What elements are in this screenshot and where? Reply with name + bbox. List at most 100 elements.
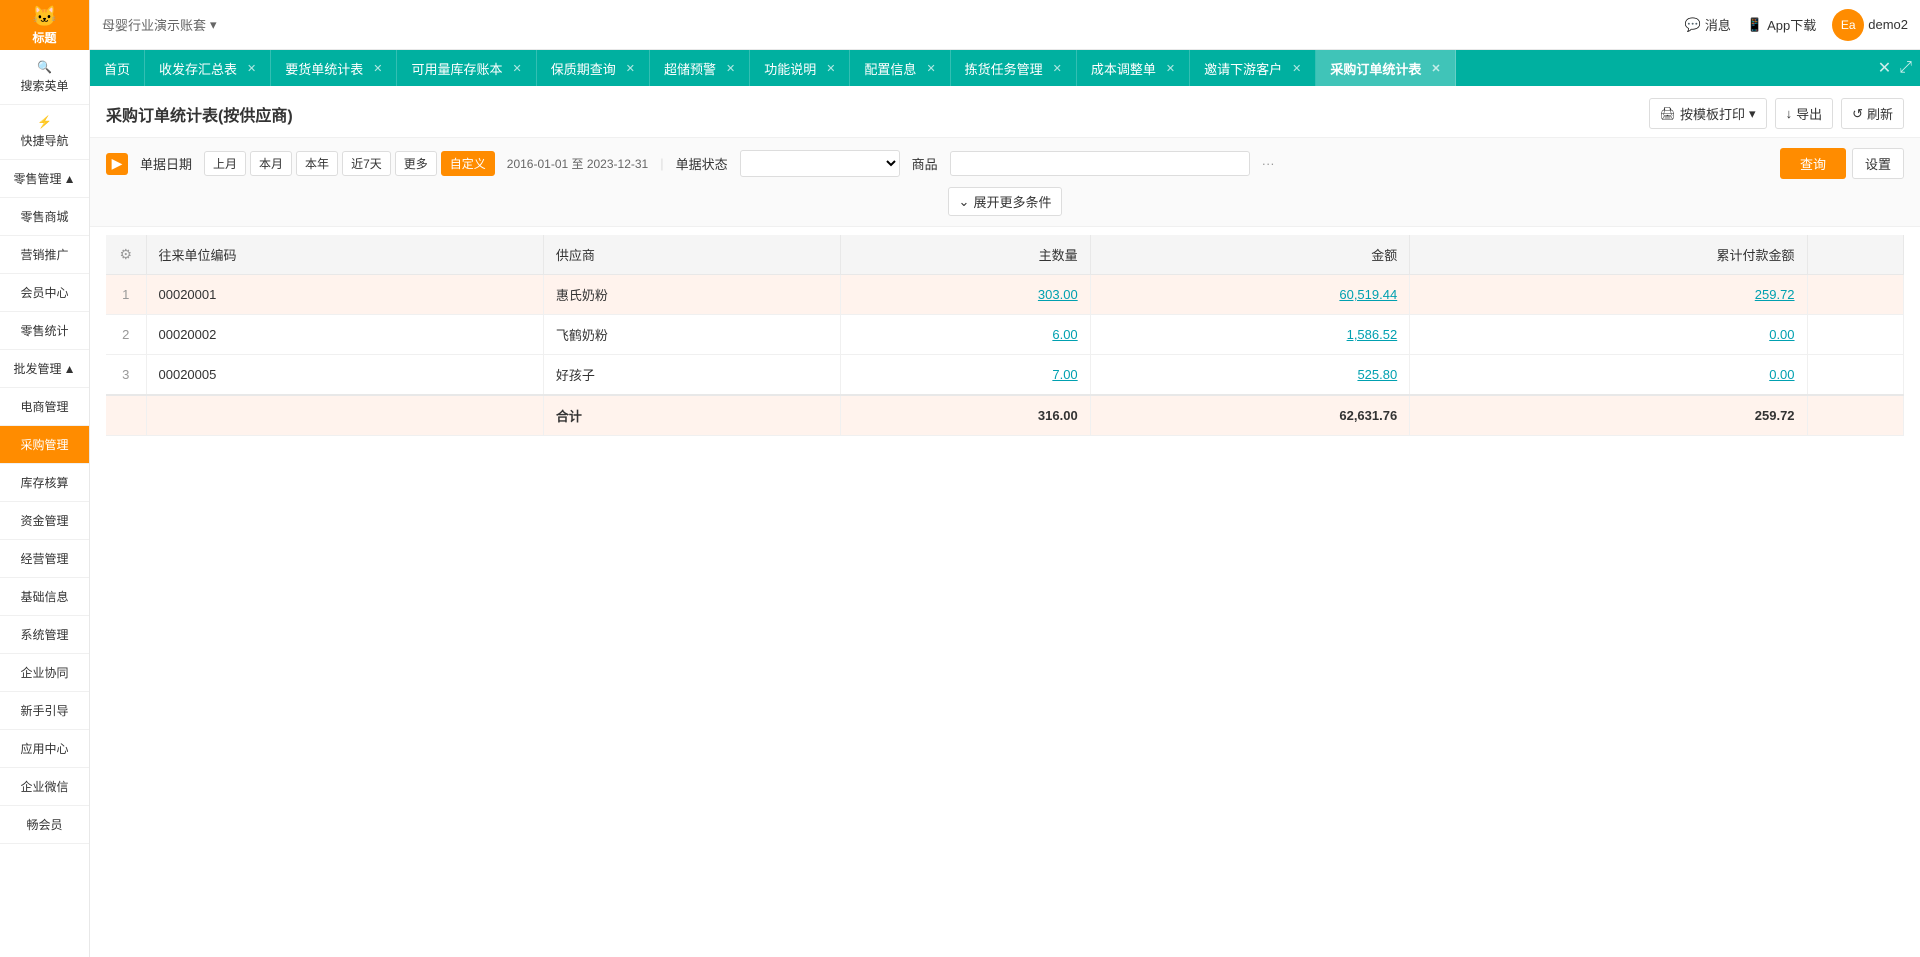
sidebar-item-label: 企业微信: [20, 778, 68, 795]
row-supplier: 惠氏奶粉: [543, 275, 840, 315]
goods-input[interactable]: [950, 151, 1250, 176]
tab-cost-adjust[interactable]: 成本调整单 ✕: [1077, 50, 1190, 86]
sidebar-item-retail-mall[interactable]: 零售商城: [0, 198, 89, 236]
avatar: Ea: [1832, 9, 1864, 41]
row-quantity: 6.00: [840, 315, 1090, 355]
tab-pick-task[interactable]: 拣货任务管理 ✕: [951, 50, 1077, 86]
col-amount: 金额: [1090, 235, 1410, 275]
tab-close-icon[interactable]: ✕: [926, 62, 935, 75]
last-7-days-btn[interactable]: 近7天: [342, 151, 391, 176]
sidebar-item-finance[interactable]: 资金管理: [0, 502, 89, 540]
tab-purchase-order-stats[interactable]: 采购订单统计表 ✕: [1316, 50, 1455, 86]
tab-close-icon[interactable]: ✕: [1431, 62, 1440, 75]
close-window-icon[interactable]: ✕: [1878, 58, 1891, 78]
status-select[interactable]: [740, 150, 900, 177]
settings-button[interactable]: 设置: [1852, 148, 1904, 179]
column-settings-icon[interactable]: ⚙: [119, 246, 132, 262]
tab-overstock[interactable]: 超储预警 ✕: [650, 50, 750, 86]
sidebar-item-member[interactable]: 会员中心: [0, 274, 89, 312]
sidebar-item-new-guide[interactable]: 新手引导: [0, 692, 89, 730]
row-code: 00020002: [146, 315, 543, 355]
tab-label: 可用量库存账本: [411, 59, 502, 78]
tab-close-icon[interactable]: ✕: [726, 62, 735, 75]
tab-label: 保质期查询: [551, 59, 616, 78]
row-num: 3: [106, 355, 146, 396]
sidebar-item-quick-nav[interactable]: ⚡ 快捷导航: [0, 105, 89, 160]
sidebar-item-marketing[interactable]: 营销推广: [0, 236, 89, 274]
sidebar-item-label: 资金管理: [20, 512, 68, 529]
tab-invite-customer[interactable]: 邀请下游客户 ✕: [1190, 50, 1316, 86]
sidebar-item-retail[interactable]: 零售管理 ▲: [0, 160, 89, 198]
app-download-label: App下载: [1767, 15, 1816, 34]
tab-close-icon[interactable]: ✕: [247, 62, 256, 75]
custom-date-btn[interactable]: 自定义: [441, 151, 495, 176]
table-header: ⚙ 往来单位编码 供应商 主数量 金额 累计付款金额: [106, 235, 1904, 275]
message-btn[interactable]: 💬 消息: [1685, 15, 1731, 34]
tab-goods-stats[interactable]: 要货单统计表 ✕: [271, 50, 397, 86]
sidebar-item-system[interactable]: 系统管理: [0, 616, 89, 654]
row-paid-amount: 0.00: [1410, 315, 1807, 355]
template-print-button[interactable]: 🖨 按模板打印 ▾: [1649, 98, 1767, 129]
sidebar-item-purchase[interactable]: 采购管理: [0, 426, 89, 464]
filter-more-row: ⌄ 展开更多条件: [106, 187, 1904, 216]
status-filter-label: 单据状态: [676, 154, 728, 173]
sidebar-item-wholesale[interactable]: 批发管理 ▲: [0, 350, 89, 388]
footer-paid-amount: 259.72: [1410, 395, 1807, 436]
app-download-btn[interactable]: 📱 App下载: [1747, 15, 1816, 34]
tab-close-icon[interactable]: ✕: [1292, 62, 1301, 75]
sidebar-item-label: 应用中心: [20, 740, 68, 757]
sidebar-item-vip-member[interactable]: 畅会员: [0, 806, 89, 844]
table-row: 2 00020002 飞鹤奶粉 6.00 1,586.52 0.00: [106, 315, 1904, 355]
tab-label: 配置信息: [864, 59, 916, 78]
print-icon: 🖨: [1660, 106, 1677, 122]
tab-label: 功能说明: [764, 59, 816, 78]
sidebar-item-inventory[interactable]: 库存核算: [0, 464, 89, 502]
date-filter-label: 单据日期: [140, 154, 192, 173]
this-year-btn[interactable]: 本年: [296, 151, 338, 176]
filter-toggle-btn[interactable]: ▶: [106, 153, 128, 175]
footer-amount: 62,631.76: [1090, 395, 1410, 436]
sidebar-item-enterprise-wechat[interactable]: 企业微信: [0, 768, 89, 806]
tab-stock-summary[interactable]: 收发存汇总表 ✕: [145, 50, 271, 86]
row-quantity: 7.00: [840, 355, 1090, 396]
export-button[interactable]: ↓ 导出: [1775, 98, 1834, 129]
tab-expiry-query[interactable]: 保质期查询 ✕: [537, 50, 650, 86]
sidebar-item-label: 经营管理: [20, 550, 68, 567]
sidebar-item-search[interactable]: 🔍 搜索英单: [0, 50, 89, 105]
search-button[interactable]: 查询: [1780, 148, 1846, 179]
tab-close-icon[interactable]: ✕: [513, 62, 522, 75]
maximize-icon[interactable]: ⤢: [1899, 59, 1912, 77]
sidebar-item-ecommerce[interactable]: 电商管理: [0, 388, 89, 426]
sidebar-item-label: 会员中心: [20, 284, 68, 301]
footer-row: 合计 316.00 62,631.76 259.72: [106, 395, 1904, 436]
sidebar-item-basic[interactable]: 基础信息: [0, 578, 89, 616]
tab-function-desc[interactable]: 功能说明 ✕: [750, 50, 850, 86]
logo-text: 标题: [32, 29, 56, 46]
this-month-btn[interactable]: 本月: [250, 151, 292, 176]
sidebar-item-retail-stats[interactable]: 零售统计: [0, 312, 89, 350]
footer-empty: [106, 395, 146, 436]
sidebar-item-operations[interactable]: 经营管理: [0, 540, 89, 578]
sidebar-item-app-center[interactable]: 应用中心: [0, 730, 89, 768]
row-extra: [1807, 275, 1903, 315]
expand-filter-btn[interactable]: ⌄ 展开更多条件: [948, 187, 1063, 216]
tab-close-icon[interactable]: ✕: [373, 62, 382, 75]
sidebar-item-enterprise-collab[interactable]: 企业协同: [0, 654, 89, 692]
sidebar-item-label: 畅会员: [26, 816, 62, 833]
user-info[interactable]: Ea demo2: [1832, 9, 1908, 41]
tab-close-icon[interactable]: ✕: [1053, 62, 1062, 75]
tab-config[interactable]: 配置信息 ✕: [850, 50, 950, 86]
sidebar-item-label: 快捷导航: [20, 132, 68, 149]
goods-more-icon[interactable]: ···: [1262, 156, 1275, 171]
last-month-btn[interactable]: 上月: [204, 151, 246, 176]
tab-available-inventory[interactable]: 可用量库存账本 ✕: [397, 50, 536, 86]
tab-home[interactable]: 首页: [90, 50, 145, 86]
refresh-button[interactable]: ↺ 刷新: [1841, 98, 1904, 129]
workspace-selector[interactable]: 母婴行业演示账套 ▾: [102, 15, 1677, 34]
tab-close-icon[interactable]: ✕: [626, 62, 635, 75]
sidebar-item-label: 零售商城: [20, 208, 68, 225]
tab-close-icon[interactable]: ✕: [1166, 62, 1175, 75]
tab-close-icon[interactable]: ✕: [826, 62, 835, 75]
more-date-btn[interactable]: 更多: [395, 151, 437, 176]
tab-label: 超储预警: [664, 59, 716, 78]
